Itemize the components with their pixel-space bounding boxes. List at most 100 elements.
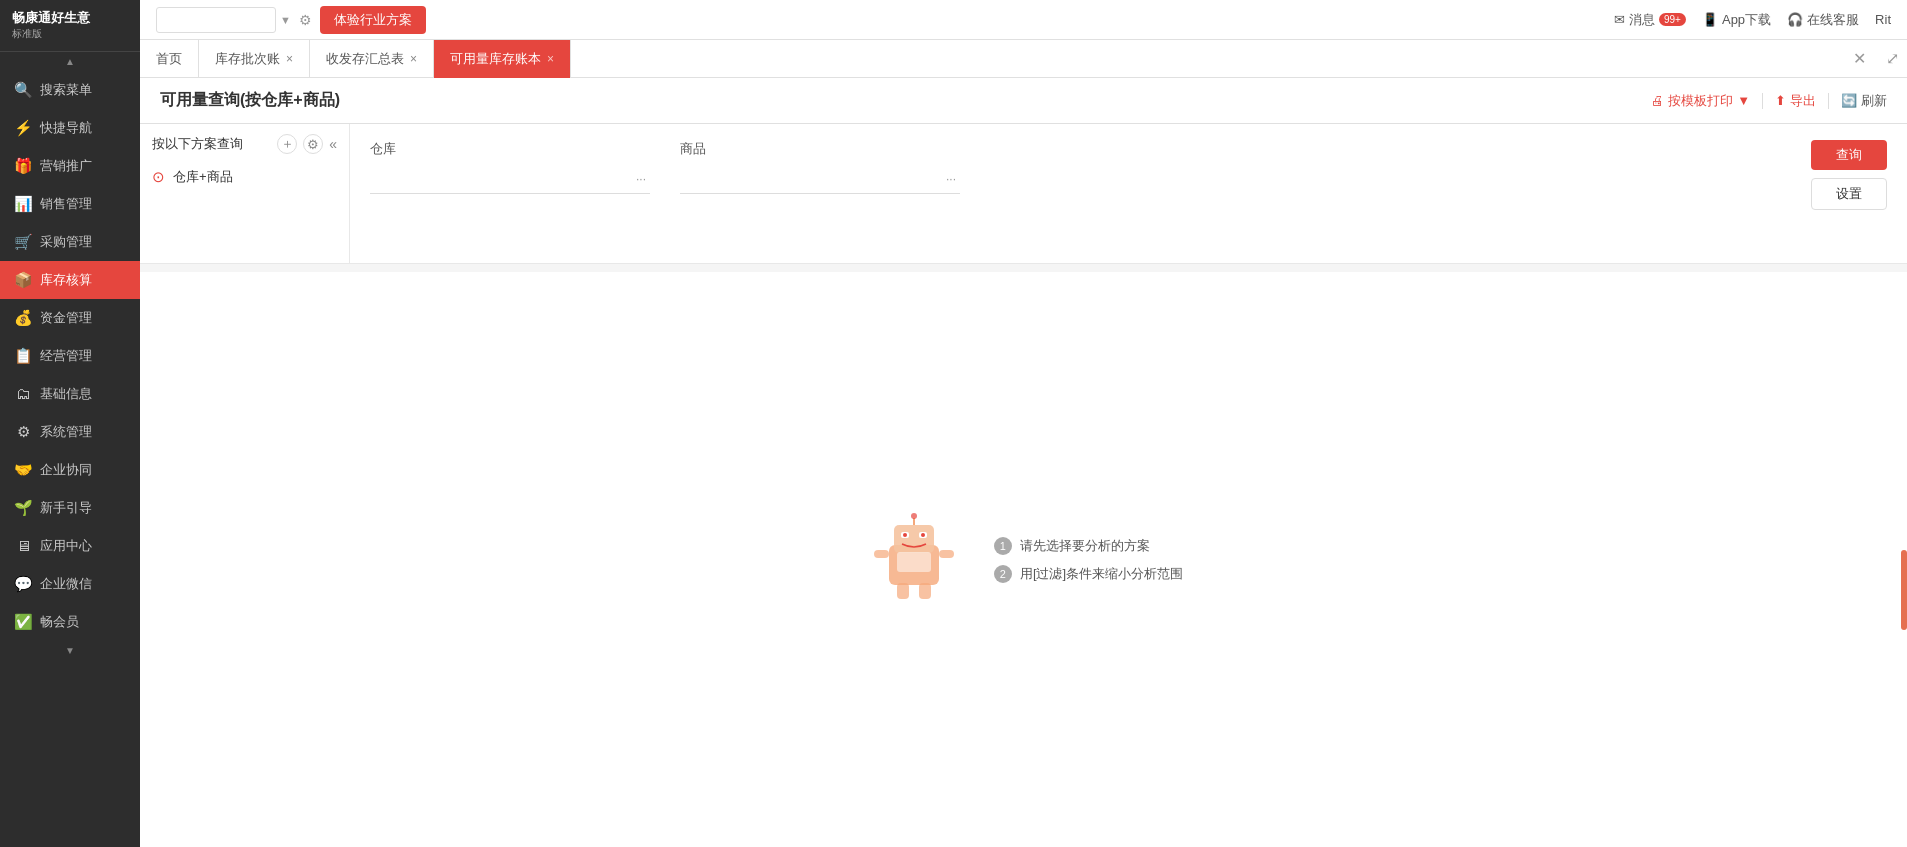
print-button[interactable]: 🖨 按模板打印 ▼ — [1651, 92, 1750, 110]
sidebar-label-sales: 销售管理 — [40, 195, 92, 213]
query-button[interactable]: 查询 — [1811, 140, 1887, 170]
sidebar-label-enterprise: 企业协同 — [40, 461, 92, 479]
topbar-right: ✉ 消息 99+ 📱 App下载 🎧 在线客服 Rit — [1614, 11, 1891, 29]
sidebar-header: 畅康通好生意 标准版 — [0, 0, 140, 52]
online-service-label: 在线客服 — [1807, 11, 1859, 29]
sidebar-item-marketing[interactable]: 🎁 营销推广 — [0, 147, 140, 185]
filter-left-header: 按以下方案查询 ＋ ⚙ « — [140, 134, 349, 160]
topbar-search-area: ▼ — [156, 7, 291, 33]
app-download-label: App下载 — [1722, 11, 1771, 29]
sidebar-label-search: 搜索菜单 — [40, 81, 92, 99]
sidebar-item-finance[interactable]: 💰 资金管理 — [0, 299, 140, 337]
close-all-tabs-button[interactable]: ✕ — [1841, 40, 1878, 78]
purchase-icon: 🛒 — [14, 233, 32, 251]
right-scroll-handle[interactable] — [1901, 550, 1907, 630]
filter-collapse-button[interactable]: « — [329, 136, 337, 152]
sidebar-item-app-center[interactable]: 🖥 应用中心 — [0, 527, 140, 565]
tab-available-qty-close[interactable]: × — [547, 52, 554, 66]
sidebar-item-search[interactable]: 🔍 搜索菜单 — [0, 71, 140, 109]
chevron-down-icon[interactable]: ▼ — [280, 14, 291, 26]
empty-state: 1 请先选择要分析的方案 2 用[过滤]条件来缩小分析范围 — [140, 272, 1907, 847]
tab-collect-account[interactable]: 收发存汇总表 × — [310, 40, 434, 78]
tab-available-qty-label: 可用量库存账本 — [450, 50, 541, 68]
online-service-button[interactable]: 🎧 在线客服 — [1787, 11, 1859, 29]
sidebar-label-app-center: 应用中心 — [40, 537, 92, 555]
tab-collect-account-close[interactable]: × — [410, 52, 417, 66]
product-more-icon[interactable]: ··· — [946, 172, 956, 186]
filter-scheme-panel: 按以下方案查询 ＋ ⚙ « ⊙ 仓库+商品 — [140, 124, 350, 263]
tab-batch-account-close[interactable]: × — [286, 52, 293, 66]
export-label: 导出 — [1790, 92, 1816, 110]
online-service-icon: 🎧 — [1787, 12, 1803, 27]
export-button[interactable]: ⬆ 导出 — [1775, 92, 1816, 110]
refresh-label: 刷新 — [1861, 92, 1887, 110]
sidebar-item-system[interactable]: ⚙ 系统管理 — [0, 413, 140, 451]
warehouse-more-icon[interactable]: ··· — [636, 172, 646, 186]
topbar-search-input[interactable] — [156, 7, 276, 33]
tab-home[interactable]: 首页 — [140, 40, 199, 78]
sidebar-item-membership[interactable]: ✅ 畅会员 — [0, 603, 140, 641]
sidebar-label-marketing: 营销推广 — [40, 157, 92, 175]
tabs-bar: 首页 库存批次账 × 收发存汇总表 × 可用量库存账本 × ✕ ⤢ — [140, 40, 1907, 78]
filter-scheme-item[interactable]: ⊙ 仓库+商品 — [140, 160, 349, 194]
svg-rect-8 — [897, 583, 909, 599]
tab-batch-account-label: 库存批次账 — [215, 50, 280, 68]
sidebar-scroll-up[interactable]: ▲ — [0, 52, 140, 71]
divider-2 — [1828, 93, 1829, 109]
sidebar-item-sales[interactable]: 📊 销售管理 — [0, 185, 140, 223]
sidebar-item-enterprise[interactable]: 🤝 企业协同 — [0, 451, 140, 489]
sidebar-item-purchase[interactable]: 🛒 采购管理 — [0, 223, 140, 261]
product-input[interactable]: ··· — [680, 164, 960, 194]
svg-rect-9 — [919, 583, 931, 599]
svg-rect-7 — [939, 550, 954, 558]
marketing-icon: 🎁 — [14, 157, 32, 175]
gear-icon[interactable]: ⚙ — [299, 12, 312, 28]
svg-rect-10 — [897, 552, 931, 572]
message-button[interactable]: ✉ 消息 99+ — [1614, 11, 1686, 29]
sidebar-item-wechat[interactable]: 💬 企业微信 — [0, 565, 140, 603]
sidebar-item-operation[interactable]: 📋 经营管理 — [0, 337, 140, 375]
app-download-button[interactable]: 📱 App下载 — [1702, 11, 1771, 29]
settings-button[interactable]: 设置 — [1811, 178, 1887, 210]
sidebar-label-finance: 资金管理 — [40, 309, 92, 327]
sidebar-label-inventory: 库存核算 — [40, 271, 92, 289]
print-label: 按模板打印 — [1668, 92, 1733, 110]
filter-add-button[interactable]: ＋ — [277, 134, 297, 154]
empty-content: 1 请先选择要分析的方案 2 用[过滤]条件来缩小分析范围 — [864, 510, 1183, 610]
expand-tabs-button[interactable]: ⤢ — [1878, 40, 1907, 78]
sidebar: 畅康通好生意 标准版 ▲ 🔍 搜索菜单 ⚡ 快捷导航 🎁 营销推广 📊 销售管理… — [0, 0, 140, 847]
warehouse-input[interactable]: ··· — [370, 164, 650, 194]
user-name: Rit — [1875, 12, 1891, 27]
filter-left-actions: ＋ ⚙ « — [277, 134, 337, 154]
filter-product-field: 商品 ··· — [680, 140, 960, 194]
sidebar-label-purchase: 采购管理 — [40, 233, 92, 251]
tip-text-1: 请先选择要分析的方案 — [1020, 537, 1150, 555]
sidebar-item-basic[interactable]: 🗂 基础信息 — [0, 375, 140, 413]
sidebar-item-quick-nav[interactable]: ⚡ 快捷导航 — [0, 109, 140, 147]
filter-action-buttons: 查询 设置 — [1791, 124, 1907, 263]
message-label: 消息 — [1629, 11, 1655, 29]
tab-available-qty[interactable]: 可用量库存账本 × — [434, 40, 571, 78]
page-header: 可用量查询(按仓库+商品) 🖨 按模板打印 ▼ ⬆ 导出 🔄 刷新 — [140, 78, 1907, 124]
sidebar-item-inventory[interactable]: 📦 库存核算 — [0, 261, 140, 299]
filter-setting-button[interactable]: ⚙ — [303, 134, 323, 154]
empty-tip-1: 1 请先选择要分析的方案 — [994, 537, 1183, 555]
refresh-button[interactable]: 🔄 刷新 — [1841, 92, 1887, 110]
app-download-icon: 📱 — [1702, 12, 1718, 27]
trial-industry-button[interactable]: 体验行业方案 — [320, 6, 426, 34]
user-name-area[interactable]: Rit — [1875, 12, 1891, 27]
empty-illustration — [864, 510, 964, 610]
sidebar-item-newbie[interactable]: 🌱 新手引导 — [0, 489, 140, 527]
export-icon: ⬆ — [1775, 93, 1786, 108]
filter-section-title: 按以下方案查询 — [152, 135, 243, 153]
quick-nav-icon: ⚡ — [14, 119, 32, 137]
empty-tips: 1 请先选择要分析的方案 2 用[过滤]条件来缩小分析范围 — [994, 537, 1183, 583]
app-center-icon: 🖥 — [14, 537, 32, 554]
finance-icon: 💰 — [14, 309, 32, 327]
page-title: 可用量查询(按仓库+商品) — [160, 90, 340, 111]
sidebar-scroll-down[interactable]: ▼ — [0, 641, 140, 660]
sidebar-label-system: 系统管理 — [40, 423, 92, 441]
tab-collect-account-label: 收发存汇总表 — [326, 50, 404, 68]
inventory-icon: 📦 — [14, 271, 32, 289]
tab-batch-account[interactable]: 库存批次账 × — [199, 40, 310, 78]
